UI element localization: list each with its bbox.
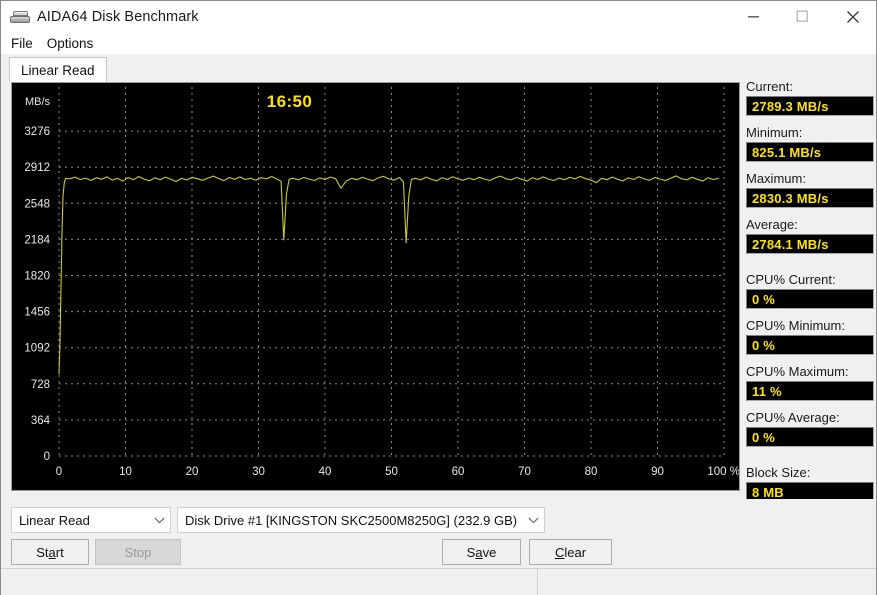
y-axis-tick-label: 364 (31, 415, 51, 427)
x-axis-tick-label: 80 (585, 466, 598, 478)
stat-value: 11 % (746, 381, 874, 401)
x-axis-tick-label: 30 (252, 466, 265, 478)
menu-item-options[interactable]: Options (40, 34, 101, 53)
benchmark-mode-value: Linear Read (19, 512, 90, 528)
stat-label: Maximum: (746, 171, 806, 186)
stat-block: Average: 2784.1 MB/s (746, 217, 874, 254)
start-button[interactable]: Start (11, 539, 89, 565)
save-button[interactable]: Save (442, 539, 521, 565)
stat-block: Minimum: 825.1 MB/s (746, 125, 874, 162)
stat-value: 0 % (746, 289, 874, 309)
x-axis-tick-label: 40 (319, 466, 332, 478)
title-bar: AIDA64 Disk Benchmark (1, 1, 876, 32)
stat-value: 2830.3 MB/s (746, 188, 874, 208)
stat-value: 0 % (746, 427, 874, 447)
x-axis-tick-label: 10 (119, 466, 132, 478)
benchmark-chart: 0 364 728 1092 1456 1820 2184 2548 2912 3276 MB/s 0… (11, 82, 740, 491)
y-axis-tick-label: 1456 (24, 307, 50, 319)
stat-value: 2784.1 MB/s (746, 234, 874, 254)
stat-label: CPU% Minimum: (746, 318, 845, 333)
stat-label: CPU% Average: (746, 410, 840, 425)
chart-axis-ticks: 03647281092145618202184254829123276MB/s0… (24, 96, 739, 478)
close-icon[interactable] (829, 1, 876, 32)
benchmark-mode-select[interactable]: Linear Read (11, 507, 171, 533)
stat-label: Minimum: (746, 125, 803, 140)
stat-block: Maximum: 2830.3 MB/s (746, 171, 874, 208)
y-axis-tick-label: 3276 (24, 126, 50, 138)
y-axis-tick-label: 0 (44, 451, 50, 463)
minimize-icon[interactable] (730, 1, 776, 32)
clear-button[interactable]: Clear (529, 539, 612, 565)
tab-strip: Linear Read (1, 54, 876, 82)
clear-button-label: Clear (554, 544, 587, 560)
chart-gridlines (58, 87, 725, 457)
disk-drive-icon (10, 9, 30, 25)
y-axis-tick-label: 2548 (24, 198, 50, 210)
x-axis-tick-label: 50 (385, 466, 398, 478)
y-axis-tick-label: 1820 (24, 271, 50, 283)
stop-button: Stop (95, 539, 181, 565)
chart-elapsed-timer: 16:50 (266, 92, 313, 111)
window-title: AIDA64 Disk Benchmark (37, 8, 199, 25)
stat-label: Block Size: (746, 465, 811, 480)
stat-block: CPU% Maximum: 11 % (746, 364, 874, 401)
x-axis-tick-label: 0 (56, 466, 62, 478)
disk-drive-value: Disk Drive #1 [KINGSTON SKC2500M8250G] (… (185, 512, 518, 528)
y-axis-tick-label: 2184 (24, 234, 50, 246)
x-axis-tick-label: 100 % (707, 466, 739, 478)
stat-label: CPU% Maximum: (746, 364, 849, 379)
stat-block: CPU% Minimum: 0 % (746, 318, 874, 355)
stop-button-label: Stop (124, 544, 152, 560)
save-button-label: Save (466, 544, 497, 560)
y-axis-tick-label: 728 (31, 379, 50, 391)
controls-bar: Linear Read Disk Drive #1 [KINGSTON SKC2… (1, 499, 876, 568)
stat-block: CPU% Average: 0 % (746, 410, 874, 447)
stat-value: 0 % (746, 335, 874, 355)
status-pane-left (1, 569, 537, 595)
chart-svg: 03647281092145618202184254829123276MB/s0… (24, 87, 739, 478)
stat-block: Current: 2789.3 MB/s (746, 79, 874, 116)
y-axis-tick-label: 1092 (24, 343, 50, 355)
x-axis-tick-label: 90 (651, 466, 664, 478)
aida64-disk-benchmark-window: AIDA64 Disk Benchmark File Options Linea… (0, 0, 877, 595)
chart-trace-line (58, 175, 719, 375)
x-axis-tick-label: 60 (452, 466, 465, 478)
chevron-down-icon (148, 517, 170, 524)
start-button-label: Start (36, 544, 64, 560)
stat-label: CPU% Current: (746, 272, 836, 287)
menu-bar: File Options (1, 32, 876, 54)
y-axis-tick-label: 2912 (24, 162, 50, 174)
disk-drive-select[interactable]: Disk Drive #1 [KINGSTON SKC2500M8250G] (… (177, 507, 545, 533)
menu-item-file[interactable]: File (4, 34, 40, 53)
stat-label: Current: (746, 79, 793, 94)
stat-value: 2789.3 MB/s (746, 96, 874, 116)
stat-block: Block Size: 8 MB (746, 465, 874, 502)
stat-block: CPU% Current: 0 % (746, 272, 874, 309)
x-axis-tick-label: 20 (186, 466, 199, 478)
status-pane-right (537, 569, 876, 595)
maximize-icon[interactable] (779, 1, 825, 32)
chevron-down-icon (522, 517, 544, 524)
status-bar (1, 568, 876, 595)
stat-label: Average: (746, 217, 798, 232)
tab-linear-read[interactable]: Linear Read (9, 57, 107, 82)
statistics-panel: Current: 2789.3 MB/s Minimum: 825.1 MB/s Max… (746, 79, 874, 559)
stat-value: 825.1 MB/s (746, 142, 874, 162)
x-axis-tick-label: 70 (518, 466, 531, 478)
